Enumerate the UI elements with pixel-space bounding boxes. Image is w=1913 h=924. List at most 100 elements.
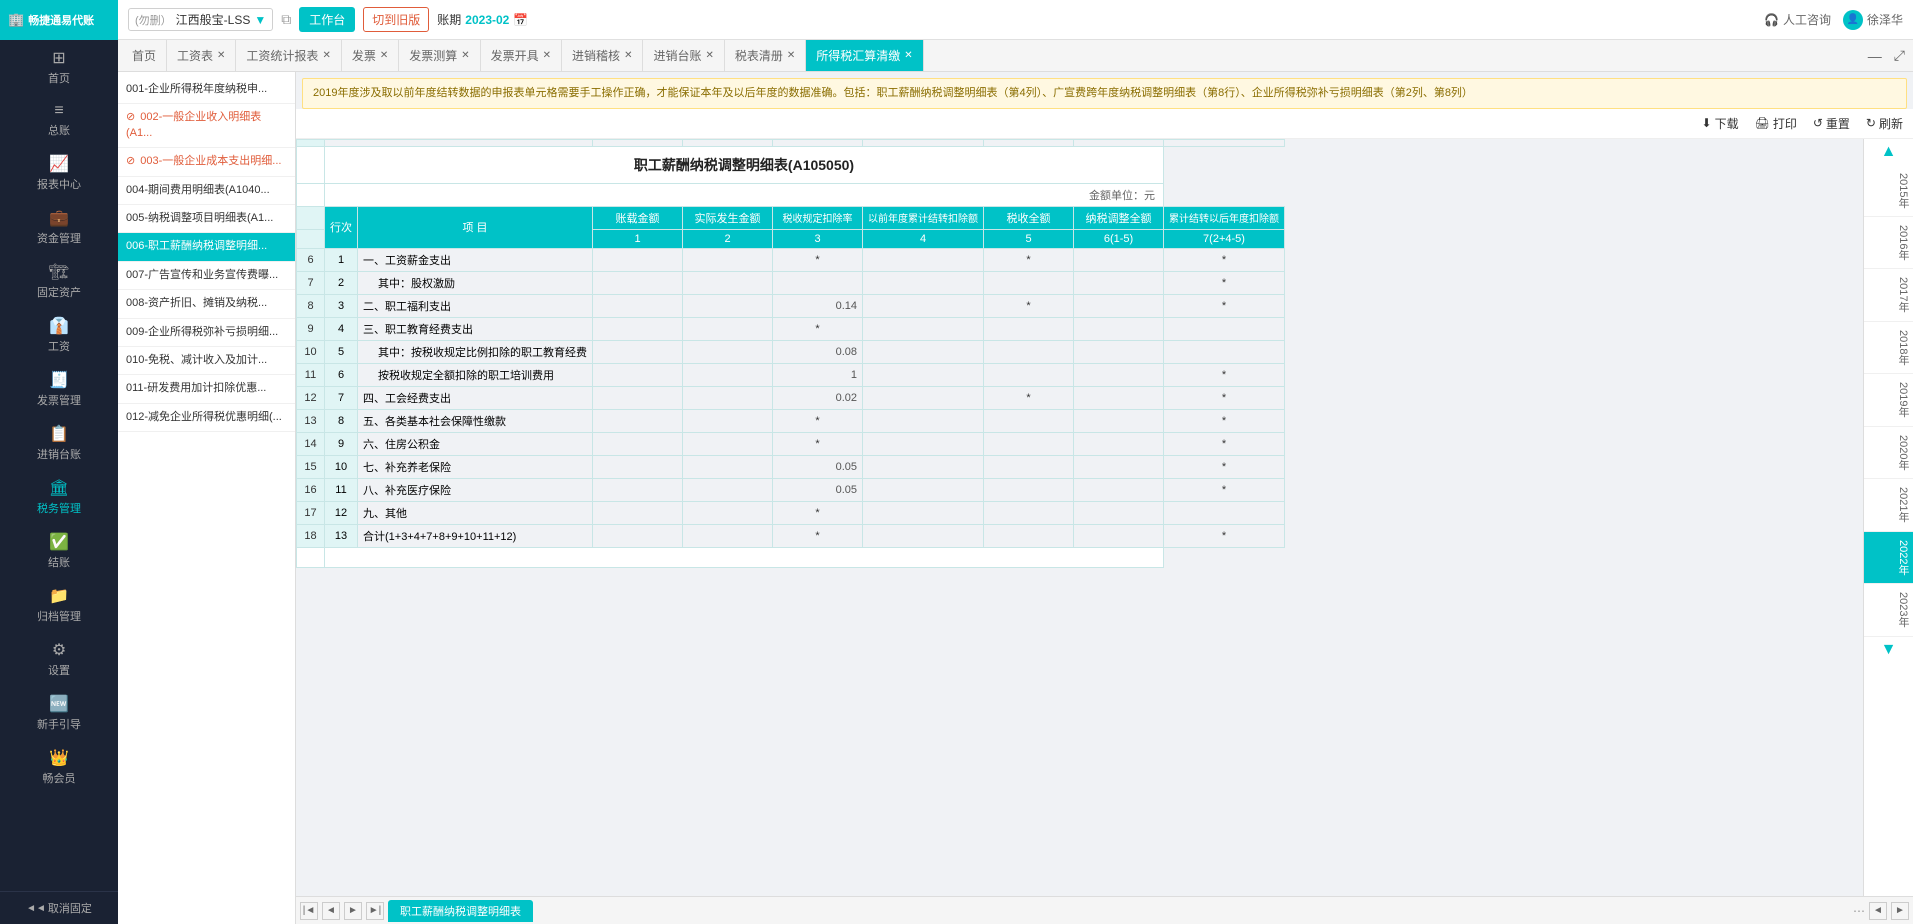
service-btn[interactable]: 🎧 人工咨询 bbox=[1764, 11, 1831, 28]
f-8[interactable] bbox=[863, 409, 984, 432]
file-item-002[interactable]: ⊘ 002-一般企业收入明细表(A1... bbox=[118, 104, 295, 148]
file-item-010[interactable]: 010-免税、减计收入及加计... bbox=[118, 347, 295, 375]
g-6[interactable] bbox=[984, 363, 1074, 386]
d-9[interactable] bbox=[683, 432, 773, 455]
d-10[interactable] bbox=[683, 455, 773, 478]
tab-purchase-ledger[interactable]: 进销台账 ✕ bbox=[643, 40, 724, 71]
h-12[interactable] bbox=[1074, 501, 1164, 524]
f-9[interactable] bbox=[863, 432, 984, 455]
c-6[interactable] bbox=[593, 363, 683, 386]
c-11[interactable] bbox=[593, 478, 683, 501]
company-selector[interactable]: (勿删） 江西般宝-LSS ▼ bbox=[128, 8, 273, 31]
d-5[interactable] bbox=[683, 340, 773, 363]
h-11[interactable] bbox=[1074, 478, 1164, 501]
year-2021[interactable]: 2021年 bbox=[1864, 479, 1913, 531]
f-11[interactable] bbox=[863, 478, 984, 501]
h-13[interactable] bbox=[1074, 524, 1164, 547]
file-item-008[interactable]: 008-资产折旧、摊销及纳税... bbox=[118, 290, 295, 318]
h-9[interactable] bbox=[1074, 432, 1164, 455]
tab-invoice-calc-close-icon[interactable]: ✕ bbox=[461, 50, 469, 61]
year-2019[interactable]: 2019年 bbox=[1864, 374, 1913, 426]
h-10[interactable] bbox=[1074, 455, 1164, 478]
h-3[interactable] bbox=[1074, 294, 1164, 317]
tab-invoice-open-close-icon[interactable]: ✕ bbox=[543, 50, 551, 61]
c-12[interactable] bbox=[593, 501, 683, 524]
sidebar-item-payroll[interactable]: 👔 工资 bbox=[0, 308, 118, 362]
c-2[interactable] bbox=[593, 271, 683, 294]
file-item-005[interactable]: 005-纳税调整项目明细表(A1... bbox=[118, 205, 295, 233]
year-up-button[interactable]: ▲ bbox=[1864, 139, 1913, 165]
c-13[interactable] bbox=[593, 524, 683, 547]
tab-income-tax[interactable]: 所得税汇算清缴 ✕ bbox=[806, 40, 923, 71]
tab-purchase-check-close-icon[interactable]: ✕ bbox=[624, 50, 632, 61]
sidebar-item-archive[interactable]: 📁 归档管理 bbox=[0, 578, 118, 632]
g-4[interactable] bbox=[984, 317, 1074, 340]
i-4[interactable] bbox=[1164, 317, 1285, 340]
tab-purchase-ledger-close-icon[interactable]: ✕ bbox=[705, 50, 713, 61]
i-12[interactable] bbox=[1164, 501, 1285, 524]
h-4[interactable] bbox=[1074, 317, 1164, 340]
sidebar-item-settings[interactable]: ⚙ 设置 bbox=[0, 632, 118, 686]
g-9[interactable] bbox=[984, 432, 1074, 455]
sidebar-item-fixed-asset[interactable]: 🏗 固定资产 bbox=[0, 254, 118, 308]
sheet-nav-next[interactable]: ► bbox=[344, 902, 362, 920]
g-13[interactable] bbox=[984, 524, 1074, 547]
g-12[interactable] bbox=[984, 501, 1074, 524]
tab-invoice-close-icon[interactable]: ✕ bbox=[380, 50, 388, 61]
tab-invoice[interactable]: 发票 ✕ bbox=[342, 40, 399, 71]
f-10[interactable] bbox=[863, 455, 984, 478]
g-5[interactable] bbox=[984, 340, 1074, 363]
tab-income-tax-close-icon[interactable]: ✕ bbox=[904, 50, 912, 61]
g-11[interactable] bbox=[984, 478, 1074, 501]
tab-payroll-close-icon[interactable]: ✕ bbox=[217, 50, 225, 61]
file-item-012[interactable]: 012-减免企业所得税优惠明细(... bbox=[118, 404, 295, 432]
tab-tax-clear-close-icon[interactable]: ✕ bbox=[787, 50, 795, 61]
tab-invoice-calc[interactable]: 发票测算 ✕ bbox=[399, 40, 480, 71]
d-4[interactable] bbox=[683, 317, 773, 340]
year-2016[interactable]: 2016年 bbox=[1864, 217, 1913, 269]
sidebar-item-settlement[interactable]: ✅ 结账 bbox=[0, 524, 118, 578]
sheet-nav-prev[interactable]: ◄ bbox=[322, 902, 340, 920]
f-6[interactable] bbox=[863, 363, 984, 386]
sheet-nav-last[interactable]: ►| bbox=[366, 902, 384, 920]
sheet-nav-first[interactable]: |◄ bbox=[300, 902, 318, 920]
g-2[interactable] bbox=[984, 271, 1074, 294]
workspace-button[interactable]: 工作台 bbox=[299, 7, 355, 32]
back-button[interactable]: 切到旧版 bbox=[363, 7, 429, 32]
f-7[interactable] bbox=[863, 386, 984, 409]
scroll-right-btn[interactable]: ► bbox=[1891, 902, 1909, 920]
file-item-007[interactable]: 007-广告宣传和业务宣传费曝... bbox=[118, 262, 295, 290]
year-2023[interactable]: 2023年 bbox=[1864, 584, 1913, 636]
h-5[interactable] bbox=[1074, 340, 1164, 363]
h-8[interactable] bbox=[1074, 409, 1164, 432]
year-2017[interactable]: 2017年 bbox=[1864, 269, 1913, 321]
c-3[interactable] bbox=[593, 294, 683, 317]
f-3[interactable] bbox=[863, 294, 984, 317]
d-13[interactable] bbox=[683, 524, 773, 547]
sidebar-item-sales-ledger[interactable]: 📋 进销台账 bbox=[0, 416, 118, 470]
c-9[interactable] bbox=[593, 432, 683, 455]
file-item-009[interactable]: 009-企业所得税弥补亏损明细... bbox=[118, 319, 295, 347]
d-1[interactable] bbox=[683, 248, 773, 271]
c-8[interactable] bbox=[593, 409, 683, 432]
d-2[interactable] bbox=[683, 271, 773, 294]
download-button[interactable]: ⬇ 下载 bbox=[1702, 115, 1739, 132]
file-item-004[interactable]: 004-期间费用明细表(A1040... bbox=[118, 177, 295, 205]
sidebar-item-asset-mgmt[interactable]: 💼 资金管理 bbox=[0, 200, 118, 254]
sidebar-item-ledger[interactable]: ≡ 总账 bbox=[0, 94, 118, 146]
tab-purchase-check[interactable]: 进销稽核 ✕ bbox=[562, 40, 643, 71]
tab-home[interactable]: 首页 bbox=[122, 40, 167, 71]
c-10[interactable] bbox=[593, 455, 683, 478]
year-2022[interactable]: 2022年 bbox=[1864, 532, 1913, 584]
bottom-sheet-tab[interactable]: 职工薪酬纳税调整明细表 bbox=[388, 900, 533, 922]
sidebar-item-tax-mgmt[interactable]: 🏛 税务管理 bbox=[0, 470, 118, 524]
sidebar-item-member[interactable]: 👑 畅会员 bbox=[0, 740, 118, 794]
sidebar-item-invoice-mgmt[interactable]: 🧾 发票管理 bbox=[0, 362, 118, 416]
tab-payroll-stat[interactable]: 工资统计报表 ✕ bbox=[236, 40, 341, 71]
file-item-003[interactable]: ⊘ 003-一般企业成本支出明细... bbox=[118, 148, 295, 176]
tab-invoice-open[interactable]: 发票开具 ✕ bbox=[481, 40, 562, 71]
file-item-006[interactable]: 006-职工薪酬纳税调整明细... bbox=[118, 233, 295, 261]
file-item-001[interactable]: 001-企业所得税年度纳税申... bbox=[118, 76, 295, 104]
reset-button[interactable]: ↺ 重置 bbox=[1813, 115, 1850, 132]
scroll-left-btn[interactable]: ◄ bbox=[1869, 902, 1887, 920]
